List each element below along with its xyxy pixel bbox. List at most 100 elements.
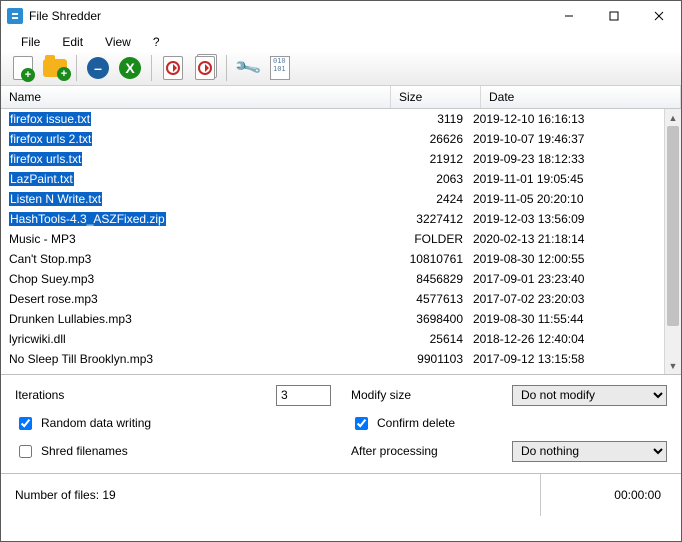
file-name: No Sleep Till Brooklyn.mp3	[9, 352, 153, 366]
file-name: firefox urls.txt	[9, 152, 82, 166]
scrollbar[interactable]: ▲ ▼	[664, 109, 681, 374]
file-size: 10810761	[383, 250, 473, 268]
wrench-icon: 🔧	[233, 53, 263, 82]
page-icon: +	[13, 56, 33, 80]
table-row[interactable]: Desert rose.mp345776132017-07-02 23:20:0…	[1, 289, 681, 309]
random-checkbox-label[interactable]: Random data writing	[15, 414, 151, 433]
file-date: 2019-11-01 19:05:45	[473, 170, 673, 188]
minimize-button[interactable]	[546, 1, 591, 31]
refresh-all-button[interactable]	[191, 54, 219, 82]
window-title: File Shredder	[29, 9, 546, 23]
add-folder-button[interactable]: +	[41, 54, 69, 82]
after-processing-select[interactable]: Do nothing	[512, 441, 667, 462]
confirm-checkbox[interactable]	[355, 417, 368, 430]
shred-checkbox[interactable]	[19, 445, 32, 458]
file-date: 2019-12-10 16:16:13	[473, 110, 673, 128]
app-icon	[7, 8, 23, 24]
file-list[interactable]: firefox issue.txt 31192019-12-10 16:16:13…	[1, 109, 681, 375]
file-size: 25614	[383, 330, 473, 348]
file-name: Drunken Lullabies.mp3	[9, 312, 132, 326]
col-name-header[interactable]: Name	[1, 86, 391, 108]
title-bar: File Shredder	[1, 1, 681, 31]
binary-view-button[interactable]: 010101	[266, 54, 294, 82]
menu-file[interactable]: File	[11, 33, 50, 51]
status-bar: Number of files: 19 00:00:00	[1, 474, 681, 516]
file-size: 2063	[383, 170, 473, 188]
table-row[interactable]: Listen N Write.txt24242019-11-05 20:20:1…	[1, 189, 681, 209]
maximize-button[interactable]	[591, 1, 636, 31]
file-name: HashTools-4.3_ASZFixed.zip	[9, 212, 166, 226]
close-button[interactable]	[636, 1, 681, 31]
menu-view[interactable]: View	[95, 33, 141, 51]
page-refresh-icon	[163, 56, 183, 80]
file-name: lyricwiki.dll	[9, 332, 66, 346]
iterations-input[interactable]	[276, 385, 331, 406]
file-size: 3698400	[383, 310, 473, 328]
table-row[interactable]: No Sleep Till Brooklyn.mp3 99011032017-09…	[1, 349, 681, 369]
scroll-thumb[interactable]	[667, 126, 679, 326]
table-row[interactable]: firefox urls 2.txt 266262019-10-07 19:46:…	[1, 129, 681, 149]
menu-edit[interactable]: Edit	[52, 33, 93, 51]
remove-button[interactable]: –	[84, 54, 112, 82]
modify-size-select[interactable]: Do not modify	[512, 385, 667, 406]
file-name: LazPaint.txt	[9, 172, 74, 186]
excel-button[interactable]: X	[116, 54, 144, 82]
file-date: 2019-09-23 18:12:33	[473, 150, 673, 168]
table-row[interactable]: LazPaint.txt 20632019-11-01 19:05:45	[1, 169, 681, 189]
settings-button[interactable]: 🔧	[234, 54, 262, 82]
refresh-button[interactable]	[159, 54, 187, 82]
menu-help[interactable]: ?	[143, 33, 170, 51]
random-checkbox[interactable]	[19, 417, 32, 430]
file-size: 2424	[383, 190, 473, 208]
file-date: 2017-09-12 13:15:58	[473, 350, 673, 368]
table-row[interactable]: lyricwiki.dll 256142018-12-26 12:40:04	[1, 329, 681, 349]
folder-icon: +	[43, 59, 67, 77]
table-row[interactable]: HashTools-4.3_ASZFixed.zip 32274122019-12…	[1, 209, 681, 229]
file-date: 2020-02-13 21:18:14	[473, 230, 673, 248]
file-date: 2017-09-01 23:23:40	[473, 270, 673, 288]
table-row[interactable]: Music - MP3 FOLDER2020-02-13 21:18:14	[1, 229, 681, 249]
file-name: Desert rose.mp3	[9, 292, 98, 306]
scroll-up-icon[interactable]: ▲	[665, 109, 681, 126]
shred-checkbox-label[interactable]: Shred filenames	[15, 442, 128, 461]
file-name: firefox issue.txt	[9, 112, 91, 126]
table-row[interactable]: Drunken Lullabies.mp3 36984002019-08-30 1…	[1, 309, 681, 329]
table-row[interactable]: firefox urls.txt219122019-09-23 18:12:33	[1, 149, 681, 169]
scroll-down-icon[interactable]: ▼	[665, 357, 681, 374]
file-date: 2019-10-07 19:46:37	[473, 130, 673, 148]
file-name: Music - MP3	[9, 232, 76, 246]
status-file-count: Number of files: 19	[1, 474, 541, 516]
table-row[interactable]: Chop Suey.mp384568292017-09-01 23:23:40	[1, 269, 681, 289]
options-panel: Iterations Modify size Do not modify Ran…	[1, 375, 681, 474]
table-row[interactable]: Can't Stop.mp3 108107612019-08-30 12:00:5…	[1, 249, 681, 269]
toolbar: + + – X 🔧 010101	[1, 53, 681, 86]
file-date: 2019-11-05 20:20:10	[473, 190, 673, 208]
add-file-button[interactable]: +	[9, 54, 37, 82]
file-size: 9901103	[383, 350, 473, 368]
file-name: firefox urls 2.txt	[9, 132, 92, 146]
col-date-header[interactable]: Date	[481, 86, 681, 108]
file-date: 2019-08-30 11:55:44	[473, 310, 673, 328]
x-icon: X	[119, 57, 141, 79]
file-date: 2019-08-30 12:00:55	[473, 250, 673, 268]
file-date: 2018-12-26 12:40:04	[473, 330, 673, 348]
binary-icon: 010101	[270, 56, 290, 80]
page-refresh-all-icon	[195, 56, 215, 80]
menu-bar: File Edit View ?	[1, 31, 681, 53]
iterations-label: Iterations	[15, 388, 64, 402]
file-name: Chop Suey.mp3	[9, 272, 94, 286]
file-size: 26626	[383, 130, 473, 148]
file-size: 3119	[383, 110, 473, 128]
minus-icon: –	[87, 57, 109, 79]
file-size: 3227412	[383, 210, 473, 228]
confirm-checkbox-label[interactable]: Confirm delete	[351, 414, 455, 433]
file-name: Can't Stop.mp3	[9, 252, 91, 266]
after-processing-label: After processing	[351, 444, 438, 458]
table-row[interactable]: firefox issue.txt 31192019-12-10 16:16:13	[1, 109, 681, 129]
file-size: FOLDER	[383, 230, 473, 248]
col-size-header[interactable]: Size	[391, 86, 481, 108]
modify-size-label: Modify size	[351, 388, 411, 402]
column-header: Name Size Date	[1, 86, 681, 109]
file-size: 4577613	[383, 290, 473, 308]
file-date: 2019-12-03 13:56:09	[473, 210, 673, 228]
